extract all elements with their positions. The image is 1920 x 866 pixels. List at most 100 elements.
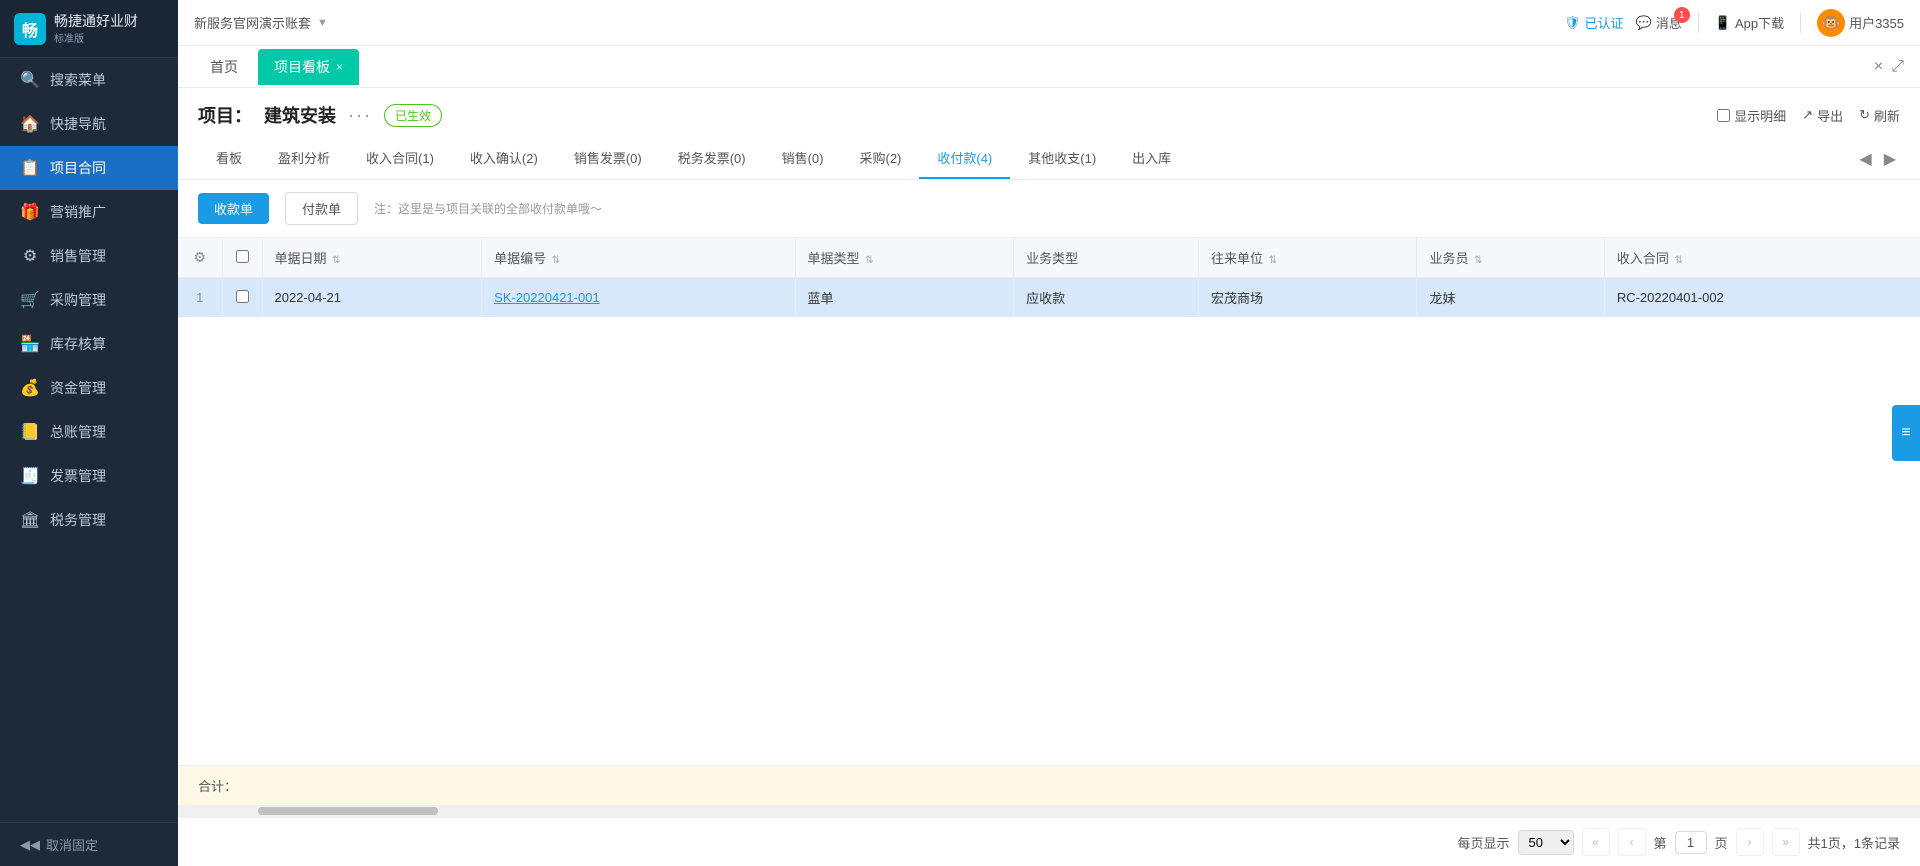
sidebar-item-label: 快捷导航 xyxy=(50,114,106,134)
pagination: 每页显示 50 100 200 « ‹ 第 1 页 › » 共1页，1条记录 xyxy=(178,817,1920,866)
tab-bar: 首页 项目看板 × × ⤢ xyxy=(178,46,1920,88)
export-button[interactable]: ↗ 导出 xyxy=(1802,106,1843,125)
current-page-display: 1 xyxy=(1675,831,1707,854)
project-prefix: 项目： xyxy=(198,102,252,128)
sub-tab-tax-invoice[interactable]: 税务发票(0) xyxy=(660,138,764,179)
window-close-icon[interactable]: × xyxy=(1874,58,1883,76)
sidebar-item-purchase[interactable]: 🛒 采购管理 xyxy=(0,278,178,322)
partner-sort-icon[interactable]: ⇅ xyxy=(1269,255,1277,266)
purchase-icon: 🛒 xyxy=(20,290,40,310)
sidebar-item-invoice[interactable]: 🧾 发票管理 xyxy=(0,454,178,498)
row-type: 蓝单 xyxy=(795,278,1014,318)
sub-tab-profit[interactable]: 盈利分析 xyxy=(260,138,348,179)
sidebar-item-inventory[interactable]: 🏪 库存核算 xyxy=(0,322,178,366)
row-checkbox[interactable] xyxy=(236,290,249,303)
number-sort-icon[interactable]: ⇅ xyxy=(552,255,560,266)
sub-tab-prev-icon[interactable]: ◀ xyxy=(1855,149,1875,169)
tab-close-icon[interactable]: × xyxy=(336,60,343,74)
row-index: 1 xyxy=(178,278,222,318)
last-page-button[interactable]: » xyxy=(1772,828,1800,856)
type-column-header: 单据类型 ⇅ xyxy=(795,238,1014,278)
logo-icon: 畅 xyxy=(14,13,46,45)
row-number-link[interactable]: SK-20220421-001 xyxy=(494,290,600,305)
sub-tab-storage[interactable]: 出入库 xyxy=(1114,138,1189,179)
project-more-icon[interactable]: ··· xyxy=(348,105,372,126)
number-column-header: 单据编号 ⇅ xyxy=(482,238,795,278)
row-partner: 宏茂商场 xyxy=(1198,278,1417,318)
ledger-icon: 📒 xyxy=(20,422,40,442)
sub-tab-income-confirm[interactable]: 收入确认(2) xyxy=(452,138,556,179)
sidebar-item-marketing[interactable]: 🎁 营销推广 xyxy=(0,190,178,234)
sidebar-item-ledger[interactable]: 📒 总账管理 xyxy=(0,410,178,454)
sidebar-item-sales[interactable]: ⚙ 销售管理 xyxy=(0,234,178,278)
content-area: 收款单 付款单 注：这里是与项目关联的全部收付款单哦～ ⚙ 单据日期 xyxy=(178,180,1920,866)
sidebar-item-finance[interactable]: 💰 资金管理 xyxy=(0,366,178,410)
prev-page-button[interactable]: ‹ xyxy=(1618,828,1646,856)
sidebar-item-label: 发票管理 xyxy=(50,466,106,486)
app-download-button[interactable]: 📱 App下载 xyxy=(1715,13,1784,32)
right-panel-toggle[interactable]: ≡ xyxy=(1892,405,1920,461)
sidebar-item-search[interactable]: 🔍 搜索菜单 xyxy=(0,58,178,102)
sub-tabs-nav: ◀ ▶ xyxy=(1855,149,1900,169)
total-label: 合计： xyxy=(198,776,237,795)
sub-tab-other-income[interactable]: 其他收支(1) xyxy=(1010,138,1114,179)
message-button[interactable]: 💬 消息 1 xyxy=(1636,13,1682,32)
income-contract-sort-icon[interactable]: ⇅ xyxy=(1674,255,1682,266)
first-page-button[interactable]: « xyxy=(1582,828,1610,856)
tab-home[interactable]: 首页 xyxy=(194,49,254,85)
salesman-sort-icon[interactable]: ⇅ xyxy=(1474,255,1482,266)
scroll-thumb[interactable] xyxy=(258,807,438,815)
income-contract-header-label: 收入合同 xyxy=(1617,251,1669,266)
per-page-label: 每页显示 xyxy=(1457,833,1509,852)
search-icon: 🔍 xyxy=(20,70,40,90)
invoice-icon: 🧾 xyxy=(20,466,40,486)
sidebar-unpin[interactable]: ◀◀ 取消固定 xyxy=(0,822,178,866)
export-icon: ↗ xyxy=(1802,107,1813,123)
payment-tab-button[interactable]: 付款单 xyxy=(285,192,358,225)
project-header: 项目： 建筑安装 ··· 已生效 显示明细 ↗ 导出 ↻ 刷新 xyxy=(178,88,1920,180)
marketing-icon: 🎁 xyxy=(20,202,40,222)
sub-tab-payment[interactable]: 收付款(4) xyxy=(919,138,1010,179)
account-name: 新服务官网演示账套 xyxy=(194,13,311,32)
refresh-icon: ↻ xyxy=(1859,107,1870,123)
header-divider2 xyxy=(1800,13,1801,33)
sidebar-item-contracts[interactable]: 📋 项目合同 xyxy=(0,146,178,190)
sub-tab-sales[interactable]: 销售(0) xyxy=(764,138,842,179)
sub-tab-income-contract[interactable]: 收入合同(1) xyxy=(348,138,452,179)
main-area: 新服务官网演示账套 ▼ 🛡 已认证 💬 消息 1 📱 App下载 🐵 用户335… xyxy=(178,0,1920,866)
window-expand-icon[interactable]: ⤢ xyxy=(1891,58,1904,76)
per-page-select[interactable]: 50 100 200 xyxy=(1518,830,1574,855)
type-sort-icon[interactable]: ⇅ xyxy=(865,255,873,266)
sidebar-item-tax[interactable]: 🏛 税务管理 xyxy=(0,498,178,542)
next-page-button[interactable]: › xyxy=(1736,828,1764,856)
header-certified: 🛡 已认证 xyxy=(1564,13,1624,32)
filter-note: 注：这里是与项目关联的全部收付款单哦～ xyxy=(374,200,602,217)
show-detail-checkbox[interactable]: 显示明细 xyxy=(1717,106,1786,125)
date-sort-icon[interactable]: ⇅ xyxy=(332,255,340,266)
phone-icon: 📱 xyxy=(1715,15,1731,31)
receipt-tab-button[interactable]: 收款单 xyxy=(198,193,269,224)
horizontal-scrollbar[interactable] xyxy=(178,805,1920,817)
table-row: 1 2022-04-21 SK-20220421-001 蓝单 应收款 宏茂商场… xyxy=(178,278,1920,318)
sub-tab-next-icon[interactable]: ▶ xyxy=(1880,149,1900,169)
refresh-button[interactable]: ↻ 刷新 xyxy=(1859,106,1900,125)
filter-bar: 收款单 付款单 注：这里是与项目关联的全部收付款单哦～ xyxy=(178,180,1920,238)
user-label: 用户3355 xyxy=(1849,13,1904,32)
sub-tab-purchase[interactable]: 采购(2) xyxy=(841,138,919,179)
detail-checkbox-input[interactable] xyxy=(1717,109,1730,122)
export-label: 导出 xyxy=(1817,106,1843,125)
project-title: 建筑安装 xyxy=(264,102,336,128)
user-menu[interactable]: 🐵 用户3355 xyxy=(1817,9,1904,37)
chevron-down-icon[interactable]: ▼ xyxy=(317,17,328,29)
type-header-label: 单据类型 xyxy=(808,251,860,266)
column-settings-icon[interactable]: ⚙ xyxy=(193,249,206,265)
sidebar-item-label: 资金管理 xyxy=(50,378,106,398)
header-divider xyxy=(1698,13,1699,33)
sub-tab-kanban[interactable]: 看板 xyxy=(198,138,260,179)
inventory-icon: 🏪 xyxy=(20,334,40,354)
row-date: 2022-04-21 xyxy=(262,278,482,318)
sub-tab-sales-invoice[interactable]: 销售发票(0) xyxy=(556,138,660,179)
tab-kanban-active[interactable]: 项目看板 × xyxy=(258,49,359,85)
select-all-checkbox[interactable] xyxy=(236,250,249,263)
sidebar-item-quicknav[interactable]: 🏠 快捷导航 xyxy=(0,102,178,146)
